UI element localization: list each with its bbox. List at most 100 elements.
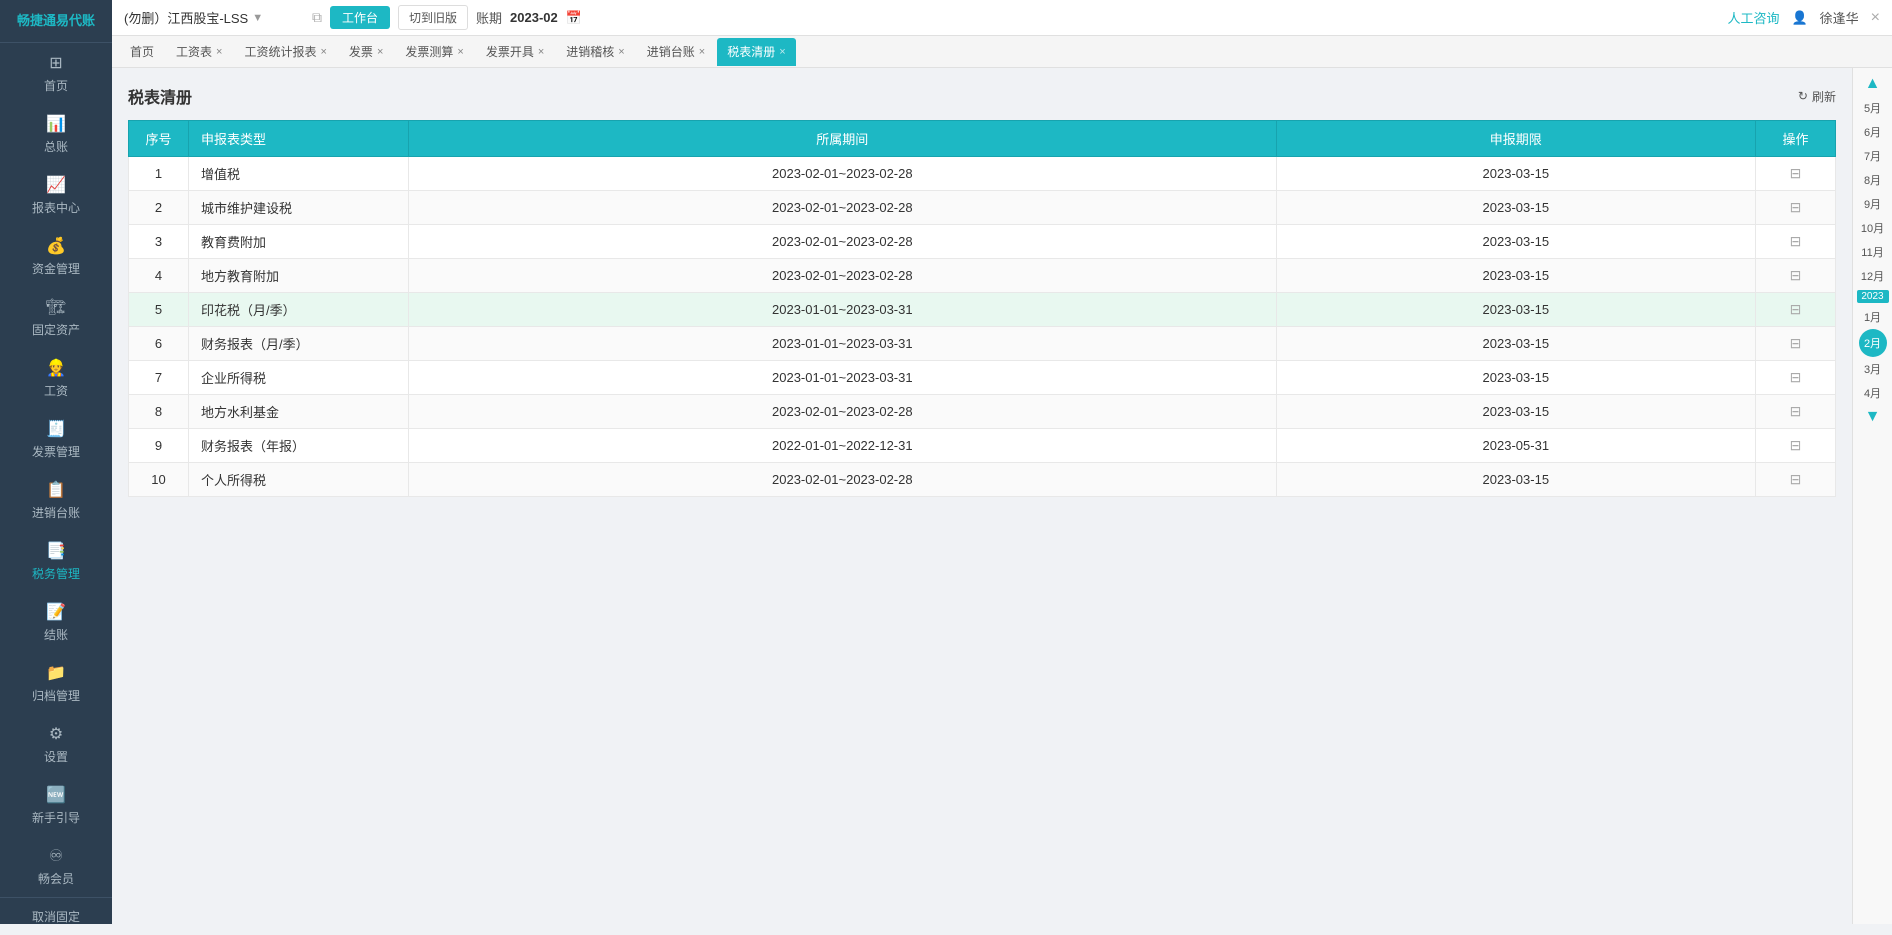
month-1-2023[interactable]: 1月 xyxy=(1853,305,1892,329)
tab-close-icon[interactable]: × xyxy=(377,46,383,58)
month-4-2023[interactable]: 4月 xyxy=(1853,381,1892,405)
month-5-2022[interactable]: 5月 xyxy=(1853,96,1892,120)
company-dropdown-arrow: ▼ xyxy=(252,12,263,24)
table-row: 1 增值税 2023-02-01~2023-02-28 2023-03-15 ⊟ xyxy=(129,157,1836,191)
tab-invoice-issue[interactable]: 发票开具 × xyxy=(476,38,554,66)
cell-type: 企业所得税 xyxy=(189,361,409,395)
topbar-close-icon[interactable]: × xyxy=(1871,9,1880,27)
cell-period: 2023-02-01~2023-02-28 xyxy=(409,463,1277,497)
sidebar-item-reports[interactable]: 📈 报表中心 xyxy=(0,165,112,226)
month-7-2022[interactable]: 7月 xyxy=(1853,144,1892,168)
month-8-2022[interactable]: 8月 xyxy=(1853,168,1892,192)
sidebar-item-member[interactable]: ♾ 畅会员 xyxy=(0,836,112,897)
workbench-button[interactable]: 工作台 xyxy=(330,6,390,29)
sidebar-item-ledger[interactable]: 📊 总账 xyxy=(0,104,112,165)
cell-period: 2022-01-01~2022-12-31 xyxy=(409,429,1277,463)
action-icon[interactable]: ⊟ xyxy=(1790,267,1802,283)
action-icon[interactable]: ⊟ xyxy=(1790,437,1802,453)
sidebar-item-label: 结账 xyxy=(44,626,68,643)
table-row: 3 教育费附加 2023-02-01~2023-02-28 2023-03-15… xyxy=(129,225,1836,259)
nav-up-arrow[interactable]: ▲ xyxy=(1862,72,1884,96)
sidebar: 畅捷通易代账 ⊞ 首页 📊 总账 📈 报表中心 💰 资金管理 🏗 固定资产 👷 … xyxy=(0,0,112,924)
settings-icon: ⚙ xyxy=(49,724,63,744)
sidebar-item-home[interactable]: ⊞ 首页 xyxy=(0,43,112,104)
unpin-button[interactable]: 取消固定 xyxy=(0,897,112,935)
action-icon[interactable]: ⊟ xyxy=(1790,165,1802,181)
cell-index: 1 xyxy=(129,157,189,191)
table-row: 10 个人所得税 2023-02-01~2023-02-28 2023-03-1… xyxy=(129,463,1836,497)
sidebar-item-archive[interactable]: 📁 归档管理 xyxy=(0,653,112,714)
user-avatar: 👤 xyxy=(1791,10,1807,26)
tab-purchase-audit[interactable]: 进销稽核 × xyxy=(556,38,634,66)
sidebar-item-label: 进销台账 xyxy=(32,504,80,521)
tab-invoice[interactable]: 发票 × xyxy=(339,38,393,66)
sidebar-item-purchase-sales[interactable]: 📋 进销台账 xyxy=(0,470,112,531)
refresh-label: 刷新 xyxy=(1812,88,1836,105)
cell-deadline: 2023-03-15 xyxy=(1276,191,1755,225)
ai-consult-link[interactable]: 人工咨询 xyxy=(1727,8,1779,27)
action-icon[interactable]: ⊟ xyxy=(1790,403,1802,419)
month-10-2022[interactable]: 10月 xyxy=(1853,216,1892,240)
copy-icon: ⧉ xyxy=(312,9,322,26)
assets-icon: 🏗 xyxy=(46,297,66,317)
action-icon[interactable]: ⊟ xyxy=(1790,335,1802,351)
content-wrapper: 税表清册 ↻ 刷新 序号 申报表类型 所属期间 申报期限 操作 xyxy=(112,68,1892,924)
home-icon: ⊞ xyxy=(49,53,62,73)
tab-tax-list[interactable]: 税表清册 × xyxy=(717,38,795,66)
tab-close-icon[interactable]: × xyxy=(320,46,326,58)
sidebar-item-close[interactable]: 📝 结账 xyxy=(0,592,112,653)
cell-deadline: 2023-03-15 xyxy=(1276,395,1755,429)
tab-close-icon[interactable]: × xyxy=(457,46,463,58)
action-icon[interactable]: ⊟ xyxy=(1790,369,1802,385)
sidebar-item-label: 工资 xyxy=(44,382,68,399)
tab-close-icon[interactable]: × xyxy=(216,46,222,58)
tab-salary-table[interactable]: 工资表 × xyxy=(166,38,232,66)
tab-close-icon[interactable]: × xyxy=(779,46,785,58)
cell-period: 2023-01-01~2023-03-31 xyxy=(409,293,1277,327)
refresh-button[interactable]: ↻ 刷新 xyxy=(1798,88,1836,105)
sidebar-item-finance[interactable]: 💰 资金管理 xyxy=(0,226,112,287)
sidebar-item-tax[interactable]: 📑 税务管理 xyxy=(0,531,112,592)
action-icon[interactable]: ⊟ xyxy=(1790,301,1802,317)
switch-old-button[interactable]: 切到旧版 xyxy=(398,5,468,30)
month-2-2023-active[interactable]: 2月 xyxy=(1859,329,1887,357)
month-3-2023[interactable]: 3月 xyxy=(1853,357,1892,381)
company-name: (勿删）江西股宝-LSS xyxy=(124,8,248,27)
cell-action: ⊟ xyxy=(1756,327,1836,361)
month-9-2022[interactable]: 9月 xyxy=(1853,192,1892,216)
tab-close-icon[interactable]: × xyxy=(699,46,705,58)
table-row: 9 财务报表（年报） 2022-01-01~2022-12-31 2023-05… xyxy=(129,429,1836,463)
cell-type: 财务报表（年报） xyxy=(189,429,409,463)
cell-deadline: 2023-03-15 xyxy=(1276,157,1755,191)
guide-icon: 🆕 xyxy=(46,785,66,805)
tab-purchase-ledger[interactable]: 进销台账 × xyxy=(637,38,715,66)
year-2023-badge[interactable]: 2023 xyxy=(1857,290,1889,303)
tab-home[interactable]: 首页 xyxy=(120,43,164,60)
tab-invoice-calc[interactable]: 发票测算 × xyxy=(395,38,473,66)
action-icon[interactable]: ⊟ xyxy=(1790,233,1802,249)
month-11-2022[interactable]: 11月 xyxy=(1853,240,1892,264)
nav-down-arrow[interactable]: ▼ xyxy=(1862,405,1884,429)
sidebar-item-salary[interactable]: 👷 工资 xyxy=(0,348,112,409)
cell-action: ⊟ xyxy=(1756,395,1836,429)
sidebar-item-guide[interactable]: 🆕 新手引导 xyxy=(0,775,112,836)
company-selector[interactable]: (勿删）江西股宝-LSS ▼ xyxy=(124,8,304,27)
cell-type: 个人所得税 xyxy=(189,463,409,497)
cell-type: 教育费附加 xyxy=(189,225,409,259)
month-12-2022[interactable]: 12月 xyxy=(1853,264,1892,288)
tab-label: 发票测算 xyxy=(405,43,453,60)
calendar-icon[interactable]: 📅 xyxy=(566,10,582,26)
sidebar-item-invoice[interactable]: 🧾 发票管理 xyxy=(0,409,112,470)
action-icon[interactable]: ⊟ xyxy=(1790,199,1802,215)
action-icon[interactable]: ⊟ xyxy=(1790,471,1802,487)
month-6-2022[interactable]: 6月 xyxy=(1853,120,1892,144)
sidebar-item-settings[interactable]: ⚙ 设置 xyxy=(0,714,112,775)
col-deadline: 申报期限 xyxy=(1276,121,1755,157)
cell-deadline: 2023-03-15 xyxy=(1276,327,1755,361)
tab-salary-report[interactable]: 工资统计报表 × xyxy=(234,38,336,66)
user-name[interactable]: 徐逢华 xyxy=(1820,8,1859,27)
cell-type: 地方水利基金 xyxy=(189,395,409,429)
tab-close-icon[interactable]: × xyxy=(538,46,544,58)
sidebar-item-assets[interactable]: 🏗 固定资产 xyxy=(0,287,112,348)
tab-close-icon[interactable]: × xyxy=(618,46,624,58)
